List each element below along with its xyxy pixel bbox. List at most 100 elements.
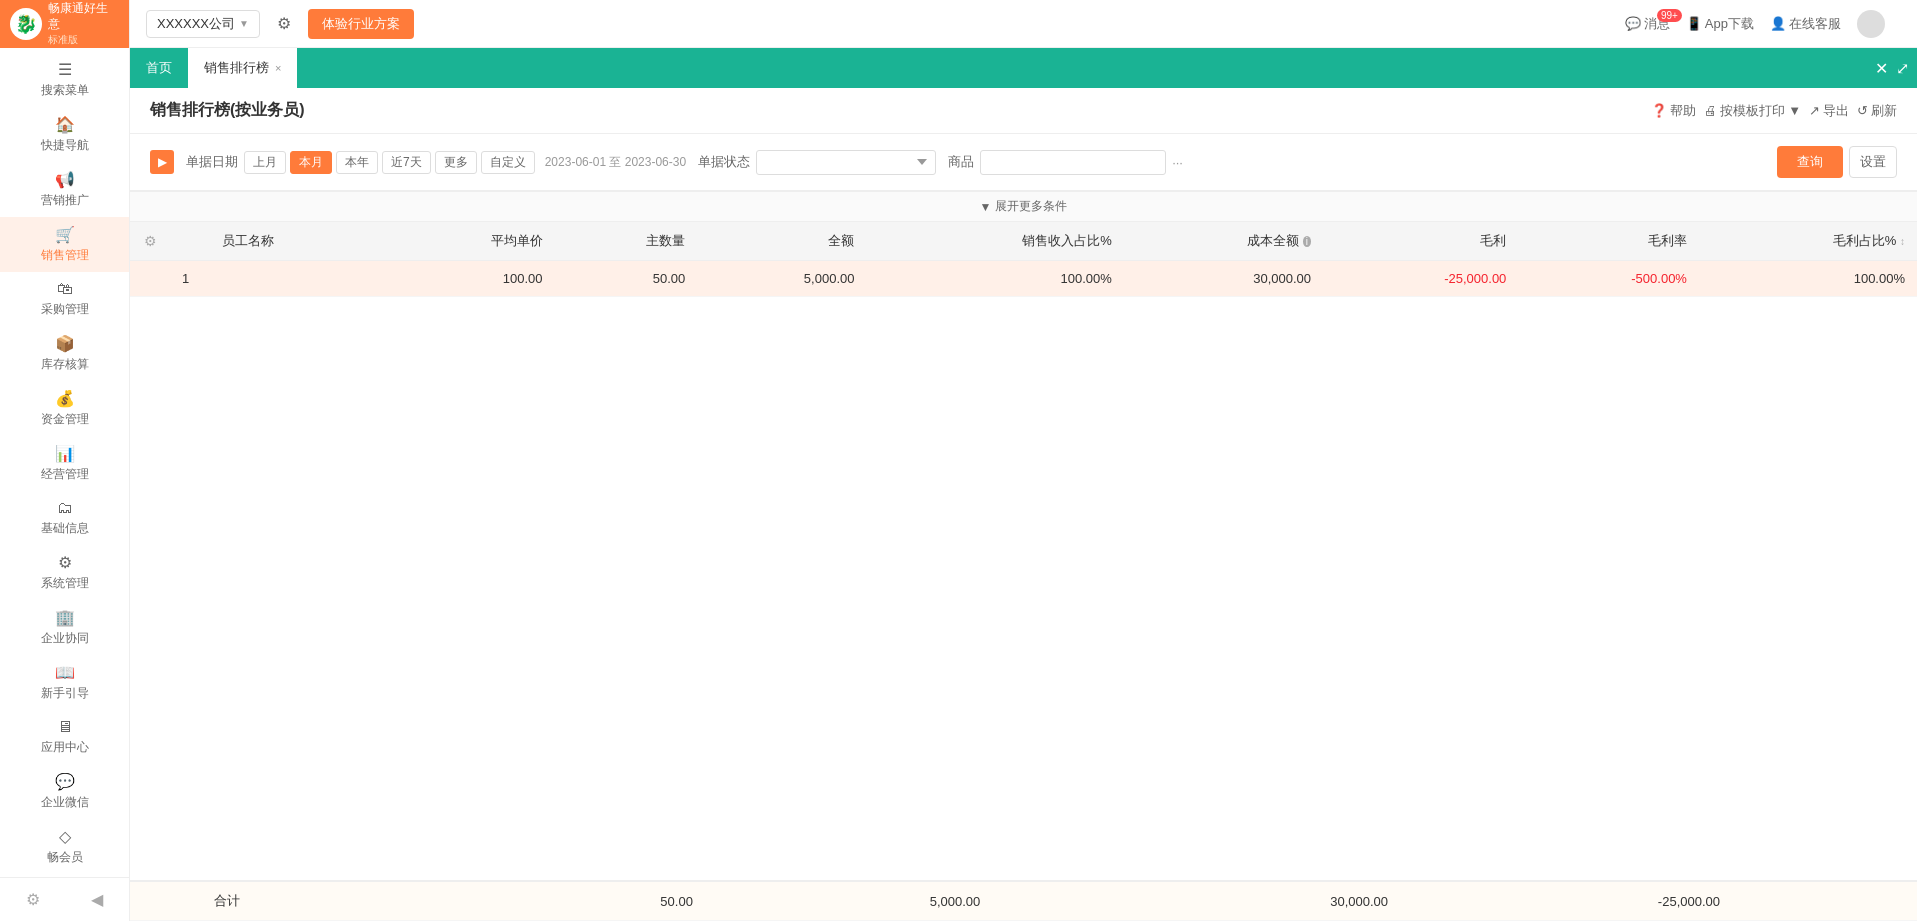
online-service-btn[interactable]: 👤 在线客服 — [1770, 15, 1841, 33]
logo-name: 畅康通好生意 — [48, 1, 119, 32]
sidebar-item-wechat[interactable]: 💬企业微信 — [0, 764, 129, 819]
col-header-settings[interactable]: ⚙ — [130, 222, 170, 261]
column-settings-icon[interactable]: ⚙ — [144, 233, 157, 249]
row-profit: -25,000.00 — [1323, 261, 1518, 297]
tab-close-icon[interactable]: × — [275, 62, 281, 74]
date-btn-近7天[interactable]: 近7天 — [382, 151, 431, 174]
company-selector[interactable]: XXXXXX公司 ▼ — [146, 10, 260, 38]
service-label: 在线客服 — [1789, 15, 1841, 33]
sidebar: 🐉 畅康通好生意 标准版 ☰搜索菜单🏠快捷导航📢营销推广🛒销售管理🛍采购管理📦库… — [0, 0, 130, 921]
col-header-profit: 毛利 — [1323, 222, 1518, 261]
sidebar-label-finance: 资金管理 — [41, 411, 89, 428]
sidebar-collapse-btn[interactable]: ◀ — [87, 886, 107, 913]
user-avatar[interactable] — [1857, 10, 1885, 38]
footer-rank-cell — [162, 882, 202, 921]
goods-more-icon[interactable]: ··· — [1172, 155, 1183, 170]
footer-qty: 50.00 — [487, 882, 705, 921]
trial-button[interactable]: 体验行业方案 — [308, 9, 414, 39]
logo-icon: 🐉 — [10, 8, 42, 40]
page-actions: ❓ 帮助 🖨 按模板打印 ▼ ↗ 导出 ↺ 刷新 — [1651, 102, 1897, 132]
sidebar-label-member: 畅会员 — [47, 849, 83, 866]
sidebar-item-search[interactable]: ☰搜索菜单 — [0, 52, 129, 107]
date-btn-自定义[interactable]: 自定义 — [481, 151, 535, 174]
sidebar-item-shortcut[interactable]: 🏠快捷导航 — [0, 107, 129, 162]
settings-icon: ⚙ — [277, 14, 291, 33]
app-download-btn[interactable]: 📱 App下载 — [1686, 15, 1754, 33]
header-settings-btn[interactable]: ⚙ — [270, 10, 298, 38]
table-body: 1 100.00 50.00 5,000.00 100.00% 30,000.0… — [130, 261, 1917, 297]
sidebar-label-enterprise: 企业协同 — [41, 630, 89, 647]
row-rank: 1 — [170, 261, 210, 297]
sidebar-label-basic: 基础信息 — [41, 520, 89, 537]
footer-table: 合计 50.00 5,000.00 30,000.00 -25,000.00 — [130, 882, 1917, 921]
date-btn-本月[interactable]: 本月 — [290, 151, 332, 174]
help-btn[interactable]: ❓ 帮助 — [1651, 102, 1696, 120]
date-btn-本年[interactable]: 本年 — [336, 151, 378, 174]
marketing-icon: 📢 — [55, 170, 75, 189]
message-icon: 💬 — [1625, 16, 1641, 31]
finance-icon: 💰 — [55, 389, 75, 408]
expand-more-btn[interactable]: ▼ 展开更多条件 — [130, 191, 1917, 221]
status-filter-group: 单据状态 — [698, 150, 936, 175]
app-label: App下载 — [1705, 15, 1754, 33]
tab-sales-ranking[interactable]: 销售排行榜 × — [188, 48, 297, 88]
sidebar-item-member[interactable]: ◇畅会员 — [0, 819, 129, 874]
tab-home[interactable]: 首页 — [130, 48, 188, 88]
goods-input[interactable] — [980, 150, 1166, 175]
print-btn[interactable]: 🖨 按模板打印 ▼ — [1704, 102, 1801, 120]
sidebar-item-finance[interactable]: 💰 资金管理 — [0, 381, 129, 436]
sidebar-item-enterprise[interactable]: 🏢企业协同 — [0, 600, 129, 655]
inventory-icon: 📦 — [55, 334, 75, 353]
expand-more-icon: ▼ — [980, 200, 992, 214]
header-right: 💬 消息 99+ 📱 App下载 👤 在线客服 — [1625, 10, 1901, 38]
row-amount: 5,000.00 — [697, 261, 866, 297]
print-chevron-icon: ▼ — [1788, 103, 1801, 118]
sidebar-item-marketing[interactable]: 📢营销推广 — [0, 162, 129, 217]
basic-icon: 🗂 — [57, 499, 73, 517]
status-label: 单据状态 — [698, 153, 750, 171]
content-area: 销售排行榜(按业务员) ❓ 帮助 🖨 按模板打印 ▼ ↗ 导出 ↺ 刷新 — [130, 88, 1917, 921]
filter-toggle-btn[interactable]: ▶ — [150, 150, 174, 174]
sidebar-item-inventory[interactable]: 📦库存核算 — [0, 326, 129, 381]
sidebar-item-guide[interactable]: 📖新手引导 — [0, 655, 129, 710]
col-header-qty: 主数量 — [555, 222, 698, 261]
col-header-profit-rate: 毛利率 — [1518, 222, 1699, 261]
sidebar-item-basic[interactable]: 🗂 基础信息 — [0, 491, 129, 545]
sidebar-item-system[interactable]: ⚙系统管理 — [0, 545, 129, 600]
footer-sales-pct — [992, 882, 1084, 921]
company-chevron-icon: ▼ — [239, 18, 249, 29]
company-name: XXXXXX公司 — [157, 15, 235, 33]
filter-section: ▶ 单据日期 上月本月本年近7天更多自定义 2023-06-01 至 2023-… — [130, 134, 1917, 222]
tab-bar-right: ✕ ⤢ — [1875, 59, 1917, 78]
col-header-name: 员工名称 — [210, 222, 382, 261]
row-sales-pct: 100.00% — [866, 261, 1123, 297]
window-maximize-btn[interactable]: ⤢ — [1896, 59, 1909, 78]
export-btn[interactable]: ↗ 导出 — [1809, 102, 1849, 120]
query-button[interactable]: 查询 — [1777, 146, 1843, 178]
sidebar-label-sales: 销售管理 — [41, 247, 89, 264]
refresh-btn[interactable]: ↺ 刷新 — [1857, 102, 1897, 120]
footer-settings-cell — [130, 882, 162, 921]
sidebar-settings-btn[interactable]: ⚙ — [22, 886, 44, 913]
sidebar-item-purchase[interactable]: 🛍 采购管理 — [0, 272, 129, 326]
profit-pct-icon: ↕ — [1900, 236, 1905, 247]
sidebar-label-guide: 新手引导 — [41, 685, 89, 702]
sidebar-item-appstore[interactable]: 🖥应用中心 — [0, 710, 129, 764]
sidebar-label-purchase: 采购管理 — [41, 301, 89, 318]
tab-bar: 首页 销售排行榜 × ✕ ⤢ — [130, 48, 1917, 88]
footer-profit-rate — [1732, 882, 1824, 921]
appstore-icon: 🖥 — [57, 718, 73, 736]
footer-label: 合计 — [202, 882, 395, 921]
date-range: 2023-06-01 至 2023-06-30 — [545, 154, 686, 171]
sidebar-item-operation[interactable]: 📊经营管理 — [0, 436, 129, 491]
sidebar-item-sales[interactable]: 🛒销售管理 — [0, 217, 129, 272]
row-cost: 30,000.00 — [1124, 261, 1323, 297]
status-select[interactable] — [756, 150, 936, 175]
purchase-icon: 🛍 — [57, 280, 73, 298]
sidebar-label-system: 系统管理 — [41, 575, 89, 592]
date-btn-更多[interactable]: 更多 — [435, 151, 477, 174]
date-btn-上月[interactable]: 上月 — [244, 151, 286, 174]
message-btn[interactable]: 💬 消息 99+ — [1625, 15, 1670, 33]
settings-link-btn[interactable]: 设置 — [1849, 146, 1897, 178]
window-close-btn[interactable]: ✕ — [1875, 59, 1888, 78]
